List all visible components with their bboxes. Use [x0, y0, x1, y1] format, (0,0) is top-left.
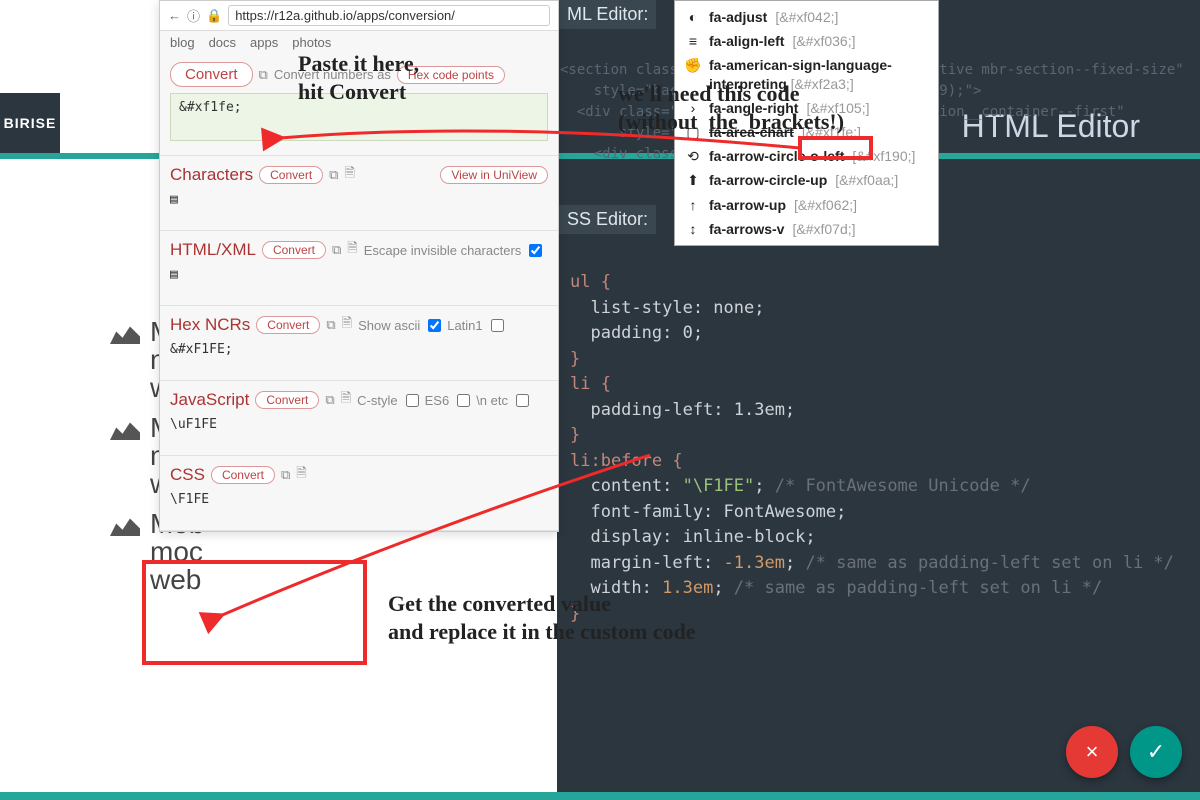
highlight-box	[798, 136, 873, 160]
copy-icon[interactable]: ⧉	[281, 467, 290, 483]
copy-icon[interactable]: ⧉	[329, 167, 338, 183]
file-icon[interactable]: 🗎	[344, 164, 354, 186]
option-label: ES6	[425, 393, 450, 408]
arrow-up-icon: ↑	[685, 196, 701, 214]
output-text[interactable]: \F1FE	[170, 492, 548, 516]
es6-checkbox[interactable]	[457, 394, 470, 407]
ascii-checkbox[interactable]	[428, 319, 441, 332]
convert-button[interactable]: Convert	[259, 166, 323, 184]
output-text[interactable]: ▤	[170, 192, 548, 216]
hexncrs-panel: Hex NCRs Convert ⧉ 🗎 Show ascii Latin1 &…	[160, 306, 558, 381]
convert-button[interactable]: Convert	[256, 316, 320, 334]
escape-checkbox[interactable]	[529, 244, 542, 257]
annotation: Get the converted value and replace it i…	[388, 590, 696, 645]
output-text[interactable]: ▤	[170, 267, 548, 291]
option-label: \n etc	[476, 393, 508, 408]
section-title: CSS	[170, 465, 205, 485]
info-icon[interactable]: ⓘ	[187, 6, 200, 25]
divider	[0, 792, 1200, 800]
icon-item[interactable]: ⬆fa-arrow-circle-up[&#xf0aa;]	[675, 168, 938, 192]
convert-button[interactable]: Convert	[170, 62, 253, 87]
chart-icon	[110, 420, 140, 440]
file-icon[interactable]: 🗎	[341, 389, 351, 411]
file-icon[interactable]: 🗎	[347, 239, 357, 261]
icon-item[interactable]: ≡fa-align-left[&#xf036;]	[675, 29, 938, 53]
file-icon[interactable]: 🗎	[342, 314, 352, 336]
confirm-button[interactable]: ✓	[1130, 726, 1182, 778]
convert-button[interactable]: Convert	[255, 391, 319, 409]
back-button[interactable]: ←	[168, 8, 181, 23]
characters-panel: Characters Convert ⧉ 🗎 View in UniView ▤	[160, 156, 558, 231]
asl-icon: ✊	[685, 56, 701, 74]
brand-nav: BIRISE	[0, 93, 60, 153]
nav-link[interactable]: apps	[250, 35, 278, 50]
nesc-checkbox[interactable]	[516, 394, 529, 407]
section-title: JavaScript	[170, 390, 249, 410]
copy-icon[interactable]: ⧉	[259, 67, 268, 83]
arrow-circle-up-icon: ⬆	[685, 171, 701, 189]
url-field[interactable]: https://r12a.github.io/apps/conversion/	[228, 5, 550, 26]
convert-button[interactable]: Convert	[211, 466, 275, 484]
cancel-button[interactable]: ×	[1066, 726, 1118, 778]
javascript-panel: JavaScript Convert ⧉ 🗎 C-style ES6 \n et…	[160, 381, 558, 456]
convert-button[interactable]: Convert	[262, 241, 326, 259]
option-label: Latin1	[447, 318, 482, 333]
option-label: Escape invisible characters	[364, 243, 522, 258]
address-bar[interactable]: ← ⓘ 🔒 https://r12a.github.io/apps/conver…	[160, 1, 558, 31]
chart-icon	[110, 324, 140, 344]
option-label: C-style	[357, 393, 397, 408]
arrows-v-icon: ↕	[685, 220, 701, 238]
output-text[interactable]: &#xF1FE;	[170, 342, 548, 366]
copy-icon[interactable]: ⧉	[332, 242, 341, 258]
annotation: Paste it here, hit Convert	[298, 50, 419, 105]
align-left-icon: ≡	[685, 32, 701, 50]
section-title: Characters	[170, 165, 253, 185]
uniview-button[interactable]: View in UniView	[440, 166, 548, 184]
latin1-checkbox[interactable]	[491, 319, 504, 332]
adjust-icon: ◐	[685, 8, 701, 26]
highlight-box	[142, 560, 367, 665]
lock-icon: 🔒	[206, 8, 222, 24]
css-editor-tab[interactable]: SS Editor:	[559, 205, 656, 234]
htmlxml-panel: HTML/XML Convert ⧉ 🗎 Escape invisible ch…	[160, 231, 558, 306]
icon-item[interactable]: ◐fa-adjust[&#xf042;]	[675, 5, 938, 29]
file-icon[interactable]: 🗎	[296, 464, 306, 486]
section-title: Hex NCRs	[170, 315, 250, 335]
option-label: Show ascii	[358, 318, 420, 333]
cstyle-checkbox[interactable]	[406, 394, 419, 407]
css-panel: CSS Convert ⧉ 🗎 \F1FE	[160, 456, 558, 531]
html-editor-tab[interactable]: ML Editor:	[559, 0, 656, 29]
nav-link[interactable]: photos	[292, 35, 331, 50]
css-code[interactable]: ul { list-style: none; padding: 0; } li …	[570, 270, 1174, 627]
icon-item[interactable]: ↑fa-arrow-up[&#xf062;]	[675, 193, 938, 217]
nav-link[interactable]: blog	[170, 35, 195, 50]
copy-icon[interactable]: ⧉	[325, 392, 334, 408]
nav-link[interactable]: docs	[209, 35, 236, 50]
section-title: HTML/XML	[170, 240, 256, 260]
chart-icon	[110, 516, 140, 536]
output-text[interactable]: \uF1FE	[170, 417, 548, 441]
copy-icon[interactable]: ⧉	[326, 317, 335, 333]
arrow-circle-left-icon: ⟲	[685, 147, 701, 165]
icon-item[interactable]: ↕fa-arrows-v[&#xf07d;]	[675, 217, 938, 241]
annotation: we'll need this code (without the bracke…	[618, 80, 844, 135]
